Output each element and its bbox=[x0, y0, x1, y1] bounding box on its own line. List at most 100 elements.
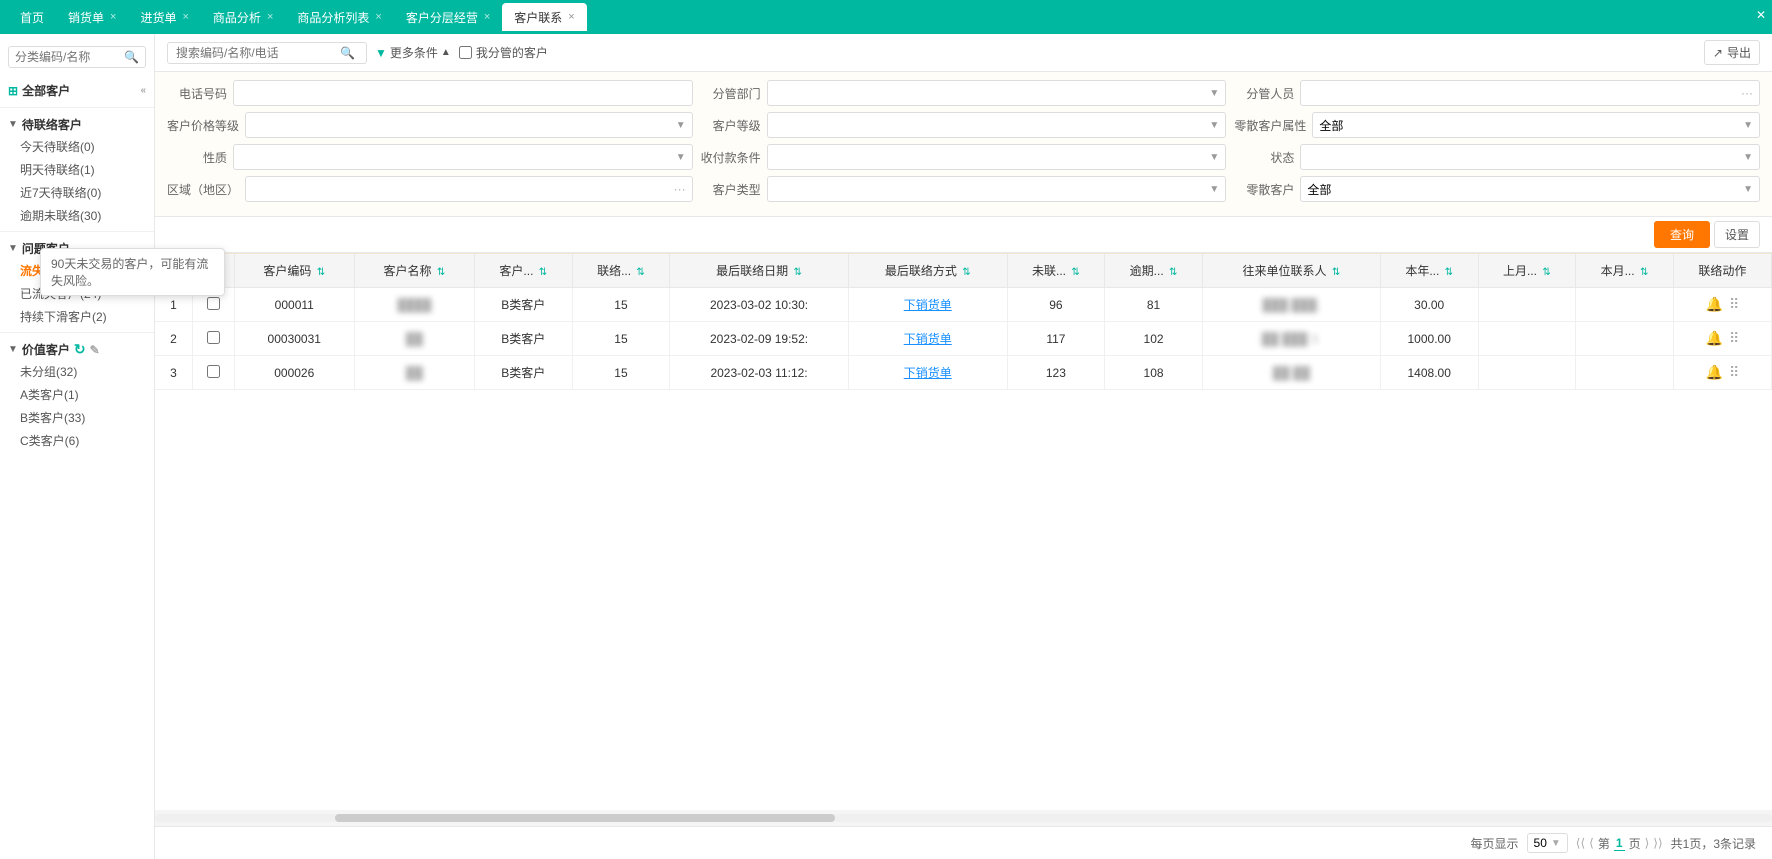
filter-manager-select[interactable]: ··· bbox=[1300, 80, 1760, 106]
export-icon: ↗ bbox=[1713, 46, 1723, 60]
row-checkbox-1[interactable] bbox=[207, 297, 220, 310]
filter-retail-cust: 零散客户 全部 ▼ bbox=[1234, 176, 1760, 202]
cell-method-3[interactable]: 下销货单 bbox=[848, 356, 1007, 390]
nav-prev[interactable]: ⟨ bbox=[1589, 836, 1594, 850]
cell-cb-2[interactable] bbox=[192, 322, 234, 356]
sidebar-collapse-arrow[interactable]: « bbox=[140, 85, 146, 96]
tab-customer-contact[interactable]: 客户联系 × bbox=[502, 3, 586, 31]
col-overdue[interactable]: 逾期... ⇅ bbox=[1105, 254, 1203, 288]
col-this-year[interactable]: 本年... ⇅ bbox=[1380, 254, 1478, 288]
my-customers-check[interactable] bbox=[459, 46, 472, 59]
query-button[interactable]: 查询 bbox=[1654, 221, 1710, 248]
filter-status-select[interactable]: ▼ bbox=[1300, 144, 1760, 170]
col-last-method[interactable]: 最后联络方式 ⇅ bbox=[848, 254, 1007, 288]
table-row: 2 00030031 ██ B类客户 15 2023-02-09 19:52: … bbox=[155, 322, 1772, 356]
refresh-value-icon[interactable]: ↻ bbox=[74, 341, 86, 358]
person-blurred-1: ███ ███. bbox=[1263, 298, 1321, 312]
sidebar-all-customers[interactable]: ⊞ 全部客户 « bbox=[0, 78, 154, 103]
cell-method-2[interactable]: 下销货单 bbox=[848, 322, 1007, 356]
tab-purchase-order[interactable]: 进货单 × bbox=[128, 3, 200, 31]
col-code[interactable]: 客户编码 ⇅ bbox=[234, 254, 354, 288]
tab-sales-order[interactable]: 销货单 × bbox=[56, 3, 128, 31]
filter-retail-attr-select[interactable]: 全部 ▼ bbox=[1312, 112, 1760, 138]
filter-retail-cust-label: 零散客户 bbox=[1234, 181, 1294, 198]
group-value-customers[interactable]: ▼ 价值客户 ↻ ✎ bbox=[0, 337, 154, 360]
col-last-date[interactable]: 最后联络日期 ⇅ bbox=[670, 254, 849, 288]
col-last-month[interactable]: 上月... ⇅ bbox=[1478, 254, 1576, 288]
filter-region-select[interactable]: ··· bbox=[245, 176, 693, 202]
tab-close-cust-layers[interactable]: × bbox=[484, 11, 490, 23]
filter-phone-input[interactable] bbox=[233, 80, 693, 106]
tab-home[interactable]: 首页 bbox=[8, 3, 56, 31]
nav-first[interactable]: ⟨⟨ bbox=[1576, 836, 1585, 850]
tab-product-analysis[interactable]: 商品分析 × bbox=[201, 3, 285, 31]
col-name[interactable]: 客户名称 ⇅ bbox=[354, 254, 474, 288]
manager-dots[interactable]: ··· bbox=[1741, 86, 1753, 100]
filter-cust-level-select[interactable]: ▼ bbox=[767, 112, 1227, 138]
filter-cust-type-select[interactable]: ▼ bbox=[767, 176, 1227, 202]
more-icon-2[interactable]: ⠿ bbox=[1729, 330, 1739, 347]
export-button[interactable]: ↗ 导出 bbox=[1704, 40, 1760, 65]
tab-close-prod-analysis[interactable]: × bbox=[267, 11, 273, 23]
per-page-select[interactable]: 50 ▼ bbox=[1527, 833, 1568, 853]
contact-icon-2[interactable]: 🔔 bbox=[1706, 330, 1723, 347]
row-checkbox-2[interactable] bbox=[207, 331, 220, 344]
sidebar-item-declining[interactable]: 持续下滑客户(2) bbox=[0, 305, 154, 328]
horizontal-scrollbar[interactable] bbox=[155, 814, 1772, 822]
contact-icon-1[interactable]: 🔔 bbox=[1706, 296, 1723, 313]
row-checkbox-3[interactable] bbox=[207, 365, 220, 378]
table-container[interactable]: ⚙ 客户编码 ⇅ 客户名称 ⇅ 客户... ⇅ bbox=[155, 254, 1772, 810]
group-pending-contact[interactable]: ▼ 待联络客户 bbox=[0, 112, 154, 135]
region-dots[interactable]: ··· bbox=[674, 182, 686, 196]
col-cust-type[interactable]: 客户... ⇅ bbox=[474, 254, 572, 288]
sidebar-item-tomorrow[interactable]: 明天待联络(1) bbox=[0, 158, 154, 181]
filter-nature-select[interactable]: ▼ bbox=[233, 144, 693, 170]
search-input[interactable] bbox=[176, 46, 336, 60]
filter-row-1: 电话号码 分管部门 ▼ 分管人员 ··· bbox=[167, 80, 1760, 106]
sort-code-icon: ⇅ bbox=[317, 267, 325, 278]
tab-close-cust-contact[interactable]: × bbox=[568, 11, 574, 23]
scrollbar-thumb[interactable] bbox=[335, 814, 835, 822]
contact-icon-3[interactable]: 🔔 bbox=[1706, 364, 1723, 381]
edit-value-icon[interactable]: ✎ bbox=[90, 343, 100, 357]
sidebar-item-7days[interactable]: 近7天待联络(0) bbox=[0, 181, 154, 204]
table-row: 1 000011 ████ B类客户 15 2023-03-02 10:30: … bbox=[155, 288, 1772, 322]
filter-retail-cust-select[interactable]: 全部 ▼ bbox=[1300, 176, 1760, 202]
close-all-tabs[interactable]: ✕ bbox=[1756, 8, 1766, 22]
sidebar-item-ungrouped[interactable]: 未分组(32) bbox=[0, 360, 154, 383]
cell-person-2: ██ ███ 3. bbox=[1202, 322, 1380, 356]
filter-payment-select[interactable]: ▼ bbox=[767, 144, 1227, 170]
sidebar-item-overdue[interactable]: 逾期未联络(30) bbox=[0, 204, 154, 227]
per-page-arrow: ▼ bbox=[1551, 838, 1561, 849]
tab-close-sales[interactable]: × bbox=[110, 11, 116, 23]
filter-dept-select[interactable]: ▼ bbox=[767, 80, 1227, 106]
nav-last[interactable]: ⟩⟩ bbox=[1653, 836, 1662, 850]
cell-method-1[interactable]: 下销货单 bbox=[848, 288, 1007, 322]
sidebar-item-c-class[interactable]: C类客户(6) bbox=[0, 429, 154, 452]
nav-next[interactable]: ⟩ bbox=[1645, 836, 1650, 850]
filter-price-select[interactable]: ▼ bbox=[245, 112, 693, 138]
cust-type-arrow-icon: ▼ bbox=[1209, 184, 1219, 195]
sidebar-item-a-class[interactable]: A类客户(1) bbox=[0, 383, 154, 406]
sidebar-item-today[interactable]: 今天待联络(0) bbox=[0, 135, 154, 158]
cell-cb-3[interactable] bbox=[192, 356, 234, 390]
more-icon-1[interactable]: ⠿ bbox=[1729, 296, 1739, 313]
tab-customer-layers[interactable]: 客户分层经营 × bbox=[394, 3, 502, 31]
sidebar-item-b-class[interactable]: B类客户(33) bbox=[0, 406, 154, 429]
tab-close-purchase[interactable]: × bbox=[182, 11, 188, 23]
search-icon[interactable]: 🔍 bbox=[340, 46, 355, 60]
my-customers-checkbox[interactable]: 我分管的客户 bbox=[459, 44, 548, 61]
filter-more-btn[interactable]: ▼ 更多条件 ▲ bbox=[375, 44, 451, 61]
page-label: 第 bbox=[1598, 835, 1610, 852]
more-icon-3[interactable]: ⠿ bbox=[1729, 364, 1739, 381]
tab-close-prod-list[interactable]: × bbox=[375, 11, 381, 23]
col-contact-person[interactable]: 往来单位联系人 ⇅ bbox=[1202, 254, 1380, 288]
col-contact-num[interactable]: 联络... ⇅ bbox=[572, 254, 670, 288]
col-this-month[interactable]: 本月... ⇅ bbox=[1576, 254, 1674, 288]
divider-2 bbox=[0, 231, 154, 232]
filter-nature: 性质 ▼ bbox=[167, 144, 693, 170]
col-uncontacted[interactable]: 未联... ⇅ bbox=[1007, 254, 1105, 288]
tab-product-analysis-list[interactable]: 商品分析列表 × bbox=[285, 3, 393, 31]
settings-button[interactable]: 设置 bbox=[1714, 221, 1760, 248]
sidebar-search-icon[interactable]: 🔍 bbox=[124, 50, 139, 64]
